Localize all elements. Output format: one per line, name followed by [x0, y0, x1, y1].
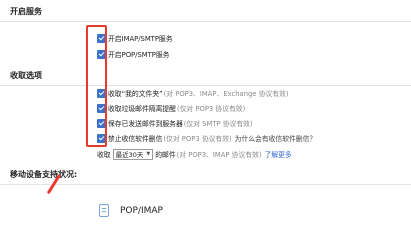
range-prefix: 收取: [97, 151, 111, 159]
pop-imap-device-label: POP/IMAP: [120, 206, 163, 216]
learn-more-link[interactable]: 了解更多: [265, 149, 292, 159]
range-note: (对 POP3、IMAP 协议有效): [176, 151, 262, 159]
receive-my-folders-option[interactable]: 收取“我的文件夹” (对 POP3、IMAP、Exchange 协议有效): [97, 87, 289, 99]
divider: [0, 21, 411, 22]
receive-range-row: 收取 最近30天 ▼ 的邮件 (对 POP3、IMAP 协议有效) 了解更多: [97, 148, 292, 160]
range-selected-value: 最近30天: [115, 151, 144, 159]
option-label: 收取“我的文件夹”: [108, 90, 163, 98]
prevent-client-delete-option[interactable]: 禁止收信软件删信 (仅对 POP3 协议有效) 为什么会有收信软件删信？: [97, 132, 316, 144]
option-note: (对 POP3、IMAP、Exchange 协议有效): [163, 90, 289, 98]
why-delete-link[interactable]: 为什么会有收信软件删信？: [235, 133, 317, 143]
option-label: 保存已发送邮件到服务器: [108, 120, 183, 128]
enable-services-title: 开启服务: [10, 7, 42, 16]
enable-pop-smtp-option[interactable]: 开启POP/SMTP服务: [97, 48, 169, 60]
option-note: (仅对 POP3 协议有效): [163, 135, 232, 143]
receive-spam-reminder-option[interactable]: 收取垃圾邮件隔离提醒 (仅对 POP3 协议有效): [97, 102, 245, 114]
chevron-down-icon: ▼: [146, 151, 151, 157]
divider: [0, 85, 411, 86]
option-label: 禁止收信软件删信: [108, 135, 163, 143]
receive-options-title: 收取选项: [10, 71, 42, 80]
save-sent-to-server-option[interactable]: 保存已发送邮件到服务器 (仅对 SMTP 协议有效): [97, 117, 253, 129]
range-select[interactable]: 最近30天 ▼: [112, 148, 154, 160]
document-icon: [99, 204, 109, 217]
option-label: 开启POP/SMTP服务: [108, 51, 170, 59]
red-highlight-box: [86, 25, 107, 147]
option-note: (仅对 POP3 协议有效): [176, 105, 246, 113]
range-suffix: 的邮件: [155, 151, 176, 159]
option-label: 开启IMAP/SMTP服务: [108, 35, 173, 43]
enable-imap-smtp-option[interactable]: 开启IMAP/SMTP服务: [97, 32, 173, 44]
divider: [0, 184, 411, 185]
option-note: (仅对 SMTP 协议有效): [183, 120, 253, 128]
option-label: 收取垃圾邮件隔离提醒: [108, 105, 176, 113]
mobile-support-title: 移动设备支持状况:: [10, 170, 78, 179]
